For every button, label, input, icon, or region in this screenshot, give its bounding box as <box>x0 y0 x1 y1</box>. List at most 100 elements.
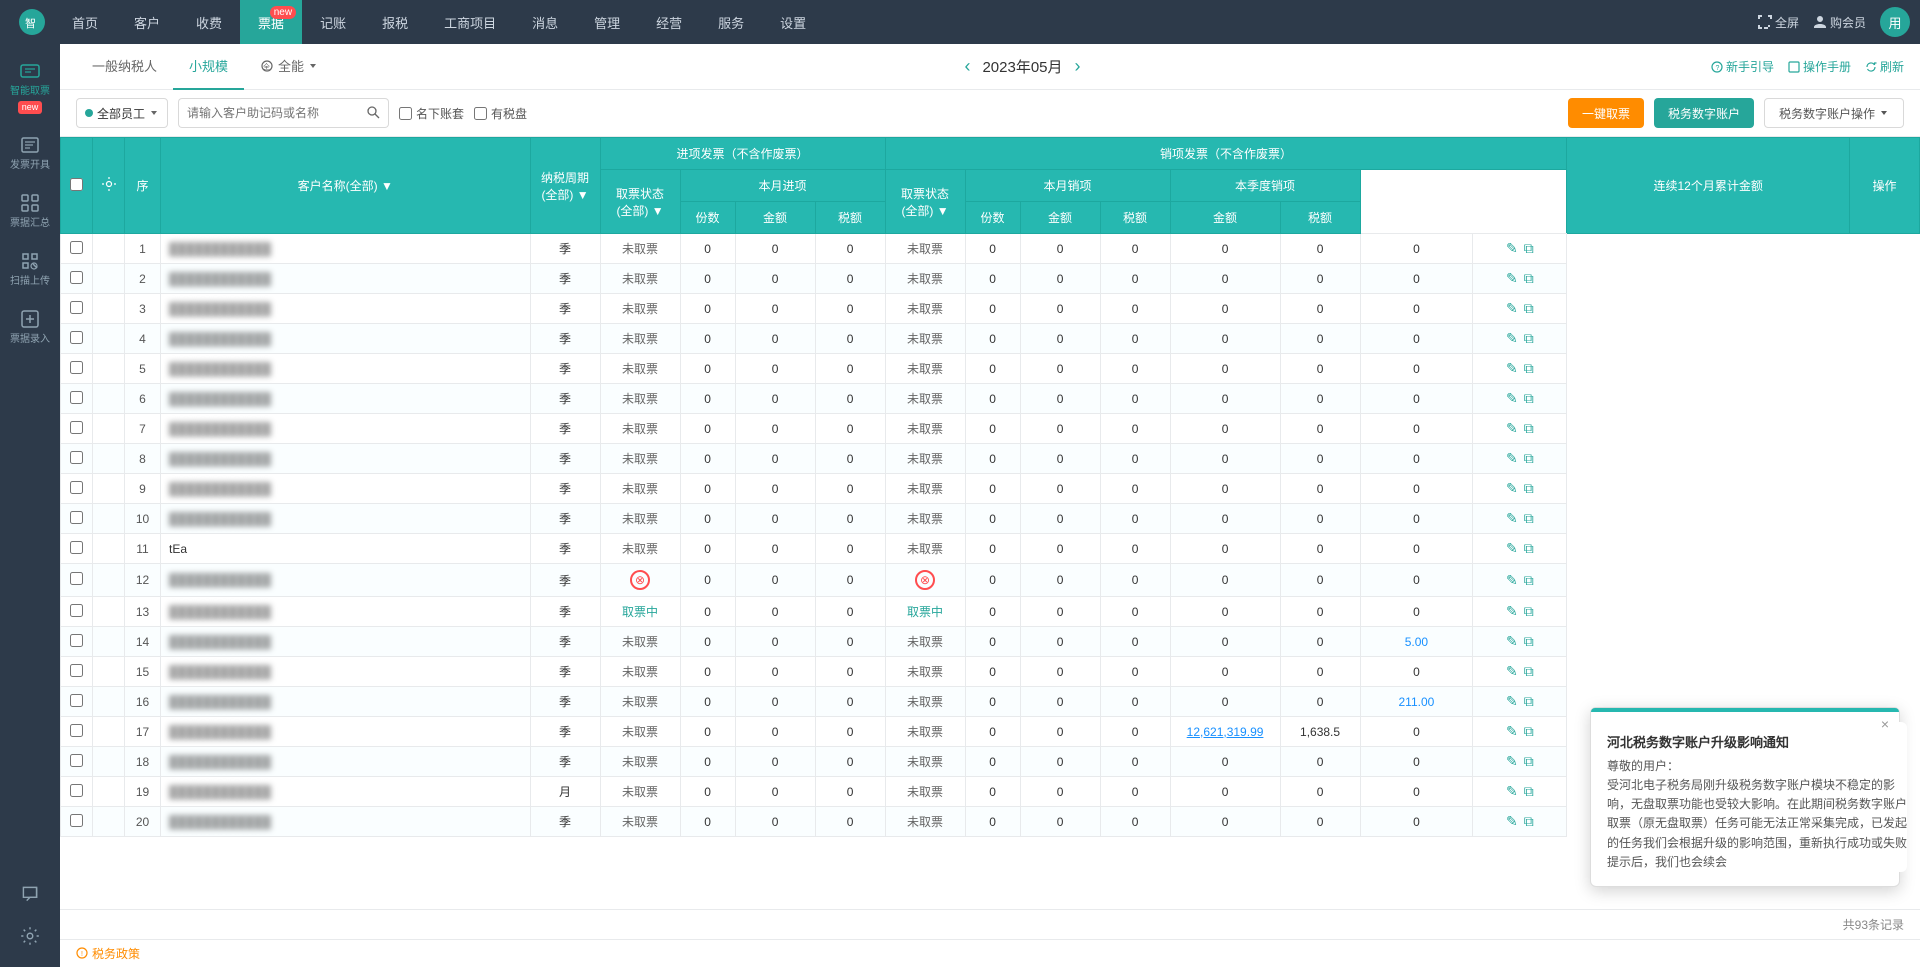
edit-icon[interactable]: ✎ <box>1506 480 1518 497</box>
sidebar-item-open-invoice[interactable]: 发票开具 <box>2 126 58 180</box>
col-client-header[interactable]: 客户名称(全部) ▼ <box>161 138 531 234</box>
new-user-guide-btn[interactable]: ? 新手引导 <box>1711 58 1774 75</box>
tax-digital-account-ops-button[interactable]: 税务数字账户操作 <box>1764 98 1904 128</box>
edit-icon[interactable]: ✎ <box>1506 510 1518 527</box>
copy-icon[interactable]: ⧉ <box>1524 813 1534 830</box>
copy-icon[interactable]: ⧉ <box>1524 633 1534 650</box>
copy-icon[interactable]: ⧉ <box>1524 300 1534 317</box>
row-checkbox[interactable] <box>70 541 83 554</box>
tab-small-scale[interactable]: 小规模 <box>173 44 244 90</box>
edit-icon[interactable]: ✎ <box>1506 603 1518 620</box>
hastaxpad-checkbox[interactable]: 有税盘 <box>474 105 527 122</box>
row-checkbox[interactable] <box>70 241 83 254</box>
row-checkbox[interactable] <box>70 572 83 585</box>
edit-icon[interactable]: ✎ <box>1506 240 1518 257</box>
sidebar-item-entry[interactable]: 票据录入 <box>2 300 58 354</box>
sidebar-item-message[interactable] <box>2 875 58 913</box>
row-checkbox[interactable] <box>70 391 83 404</box>
edit-icon[interactable]: ✎ <box>1506 270 1518 287</box>
edit-icon[interactable]: ✎ <box>1506 693 1518 710</box>
edit-icon[interactable]: ✎ <box>1506 723 1518 740</box>
nav-clients[interactable]: 客户 <box>116 0 178 44</box>
edit-icon[interactable]: ✎ <box>1506 813 1518 830</box>
copy-icon[interactable]: ⧉ <box>1524 390 1534 407</box>
row-checkbox[interactable] <box>70 361 83 374</box>
edit-icon[interactable]: ✎ <box>1506 300 1518 317</box>
nav-settings[interactable]: 设置 <box>762 0 824 44</box>
sales-status-header[interactable]: 取票状态(全部) ▼ <box>885 170 965 234</box>
row-checkbox[interactable] <box>70 724 83 737</box>
copy-icon[interactable]: ⧉ <box>1524 240 1534 257</box>
edit-icon[interactable]: ✎ <box>1506 633 1518 650</box>
operation-manual-btn[interactable]: 操作手册 <box>1788 58 1851 75</box>
row-checkbox[interactable] <box>70 451 83 464</box>
copy-icon[interactable]: ⧉ <box>1524 663 1534 680</box>
copy-icon[interactable]: ⧉ <box>1524 753 1534 770</box>
nav-accounting[interactable]: 记账 <box>302 0 364 44</box>
tax-digital-account-button[interactable]: 税务数字账户 <box>1654 98 1754 128</box>
member-btn[interactable]: 购会员 <box>1813 14 1866 31</box>
copy-icon[interactable]: ⧉ <box>1524 330 1534 347</box>
copy-icon[interactable]: ⧉ <box>1524 360 1534 377</box>
edit-icon[interactable]: ✎ <box>1506 572 1518 589</box>
copy-icon[interactable]: ⧉ <box>1524 540 1534 557</box>
copy-icon[interactable]: ⧉ <box>1524 270 1534 287</box>
row-checkbox[interactable] <box>70 754 83 767</box>
edit-icon[interactable]: ✎ <box>1506 663 1518 680</box>
edit-icon[interactable]: ✎ <box>1506 783 1518 800</box>
nav-messages[interactable]: 消息 <box>514 0 576 44</box>
next-month-btn[interactable]: › <box>1075 56 1081 77</box>
row-checkbox[interactable] <box>70 271 83 284</box>
invoice-table-container[interactable]: 序 客户名称(全部) ▼ 纳税周期(全部) ▼ 进项发票（不含作废票） 销项发票… <box>60 137 1920 909</box>
user-avatar[interactable]: 用 <box>1880 7 1910 37</box>
refresh-btn[interactable]: 刷新 <box>1865 58 1904 75</box>
nav-invoices[interactable]: 票据 new <box>240 0 302 44</box>
sidebar-item-scan[interactable]: 扫描上传 <box>2 242 58 296</box>
copy-icon[interactable]: ⧉ <box>1524 510 1534 527</box>
edit-icon[interactable]: ✎ <box>1506 330 1518 347</box>
row-checkbox[interactable] <box>70 331 83 344</box>
edit-icon[interactable]: ✎ <box>1506 540 1518 557</box>
season-amount-link[interactable]: 12,621,319.99 <box>1187 725 1264 739</box>
notification-close-btn[interactable]: × <box>1881 716 1889 732</box>
employee-select[interactable]: 全部员工 <box>76 98 168 128</box>
copy-icon[interactable]: ⧉ <box>1524 450 1534 467</box>
sidebar-item-smart-ticket[interactable]: 智能取票 new <box>2 52 58 122</box>
row-checkbox[interactable] <box>70 694 83 707</box>
row-checkbox[interactable] <box>70 604 83 617</box>
col-period-header[interactable]: 纳税周期(全部) ▼ <box>530 138 600 234</box>
sidebar-item-settings[interactable] <box>2 917 58 955</box>
row-checkbox[interactable] <box>70 664 83 677</box>
row-checkbox[interactable] <box>70 814 83 827</box>
copy-icon[interactable]: ⧉ <box>1524 603 1534 620</box>
edit-icon[interactable]: ✎ <box>1506 753 1518 770</box>
copy-icon[interactable]: ⧉ <box>1524 480 1534 497</box>
row-checkbox[interactable] <box>70 421 83 434</box>
underaccount-checkbox[interactable]: 名下账套 <box>399 105 464 122</box>
tax-policy-link[interactable]: ! 税务政策 <box>76 945 140 962</box>
nav-operations[interactable]: 经营 <box>638 0 700 44</box>
copy-icon[interactable]: ⧉ <box>1524 783 1534 800</box>
incoming-status-header[interactable]: 取票状态(全部) ▼ <box>600 170 680 234</box>
sidebar-item-summary[interactable]: 票据汇总 <box>2 184 58 238</box>
copy-icon[interactable]: ⧉ <box>1524 420 1534 437</box>
nav-service[interactable]: 服务 <box>700 0 762 44</box>
edit-icon[interactable]: ✎ <box>1506 360 1518 377</box>
row-checkbox[interactable] <box>70 481 83 494</box>
search-button[interactable] <box>358 98 389 128</box>
search-input[interactable] <box>178 98 358 128</box>
nav-tax[interactable]: 报税 <box>364 0 426 44</box>
copy-icon[interactable]: ⧉ <box>1524 693 1534 710</box>
nav-fees[interactable]: 收费 <box>178 0 240 44</box>
row-checkbox[interactable] <box>70 511 83 524</box>
tab-general-taxpayer[interactable]: 一般纳税人 <box>76 44 173 90</box>
copy-icon[interactable]: ⧉ <box>1524 572 1534 589</box>
copy-icon[interactable]: ⧉ <box>1524 723 1534 740</box>
nav-management[interactable]: 管理 <box>576 0 638 44</box>
nav-commerce[interactable]: 工商项目 <box>426 0 514 44</box>
row-checkbox[interactable] <box>70 634 83 647</box>
fullscreen-btn[interactable]: 全屏 <box>1758 14 1799 31</box>
select-all-checkbox[interactable] <box>70 178 83 191</box>
edit-icon[interactable]: ✎ <box>1506 390 1518 407</box>
edit-icon[interactable]: ✎ <box>1506 450 1518 467</box>
